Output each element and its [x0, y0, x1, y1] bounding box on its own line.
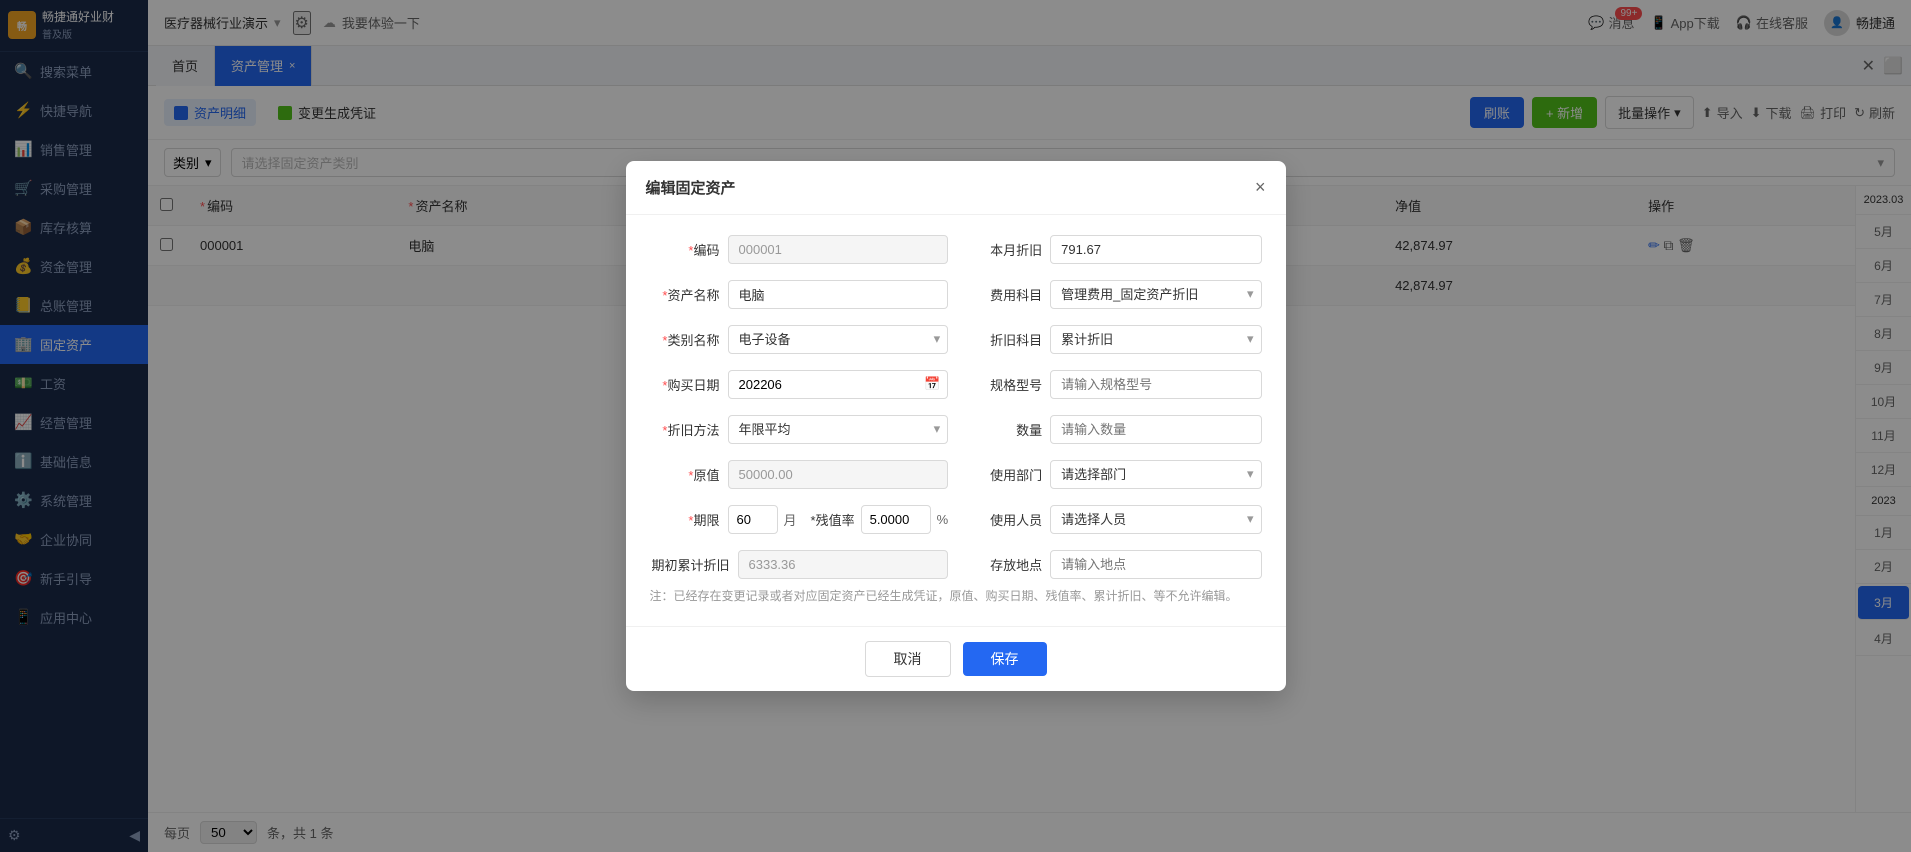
- form-item-purchase-date: *购买日期 📅: [650, 370, 949, 399]
- original-value-label: *原值: [650, 465, 720, 484]
- location-label: 存放地点: [972, 555, 1042, 574]
- monthly-depr-label: 本月折旧: [972, 240, 1042, 259]
- code-input[interactable]: [728, 235, 949, 264]
- depr-subject-select[interactable]: 累计折旧: [1050, 325, 1261, 354]
- depr-method-wrapper: 年限平均: [728, 415, 949, 444]
- form-item-period: *期限 月 *残值率 %: [650, 505, 949, 534]
- spec-model-input[interactable]: [1050, 370, 1261, 399]
- modal-body: *编码 本月折旧 *资产名称 费用科: [626, 215, 1286, 626]
- form-item-dept: 使用部门 请选择部门: [972, 460, 1261, 489]
- form-item-location: 存放地点: [972, 550, 1261, 579]
- dept-label: 使用部门: [972, 465, 1042, 484]
- calendar-icon[interactable]: 📅: [924, 376, 940, 392]
- form-item-category: *类别名称 电子设备: [650, 325, 949, 354]
- monthly-depr-input[interactable]: [1050, 235, 1261, 264]
- dept-wrapper: 请选择部门: [1050, 460, 1261, 489]
- modal-footer: 取消 保存: [626, 626, 1286, 691]
- modal-title: 编辑固定资产: [646, 177, 736, 198]
- modal-header: 编辑固定资产 ×: [626, 161, 1286, 215]
- person-select[interactable]: 请选择人员: [1050, 505, 1261, 534]
- depr-method-label: *折旧方法: [650, 420, 720, 439]
- form-item-depr-method: *折旧方法 年限平均: [650, 415, 949, 444]
- expense-subject-select[interactable]: 管理费用_固定资产折旧: [1050, 280, 1261, 309]
- form-item-opening-accum: 期初累计折旧: [650, 550, 949, 579]
- dept-select[interactable]: 请选择部门: [1050, 460, 1261, 489]
- depr-subject-wrapper: 累计折旧: [1050, 325, 1261, 354]
- person-label: 使用人员: [972, 510, 1042, 529]
- location-input[interactable]: [1050, 550, 1261, 579]
- form-item-person: 使用人员 请选择人员: [972, 505, 1261, 534]
- original-value-input[interactable]: [728, 460, 949, 489]
- code-label: *编码: [650, 240, 720, 259]
- form-grid: *编码 本月折旧 *资产名称 费用科: [650, 235, 1262, 579]
- residual-rate-label: *残值率: [811, 510, 855, 529]
- modal-close-button[interactable]: ×: [1255, 177, 1266, 198]
- form-item-quantity: 数量: [972, 415, 1261, 444]
- expense-subject-wrapper: 管理费用_固定资产折旧: [1050, 280, 1261, 309]
- form-item-monthly-depr: 本月折旧: [972, 235, 1261, 264]
- quantity-label: 数量: [972, 420, 1042, 439]
- form-item-original-value: *原值: [650, 460, 949, 489]
- form-item-expense-subject: 费用科目 管理费用_固定资产折旧: [972, 280, 1261, 309]
- asset-name-input[interactable]: [728, 280, 949, 309]
- form-item-spec-model: 规格型号: [972, 370, 1261, 399]
- residual-rate-unit: %: [937, 512, 949, 527]
- purchase-date-input[interactable]: [728, 370, 949, 399]
- save-button[interactable]: 保存: [963, 642, 1047, 676]
- period-unit: 月: [784, 510, 797, 529]
- residual-rate-input[interactable]: [861, 505, 931, 534]
- period-label: *期限: [650, 510, 720, 529]
- category-wrapper: 电子设备: [728, 325, 949, 354]
- category-label: *类别名称: [650, 330, 720, 349]
- quantity-input[interactable]: [1050, 415, 1261, 444]
- edit-asset-modal: 编辑固定资产 × *编码 本月折旧: [626, 161, 1286, 691]
- period-inline: 月 *残值率 %: [728, 505, 949, 534]
- period-input[interactable]: [728, 505, 778, 534]
- cancel-button[interactable]: 取消: [865, 641, 951, 677]
- person-wrapper: 请选择人员: [1050, 505, 1261, 534]
- form-item-asset-name: *资产名称: [650, 280, 949, 309]
- asset-name-label: *资产名称: [650, 285, 720, 304]
- spec-model-label: 规格型号: [972, 375, 1042, 394]
- opening-accum-input[interactable]: [738, 550, 949, 579]
- depr-subject-label: 折旧科目: [972, 330, 1042, 349]
- depr-method-select[interactable]: 年限平均: [728, 415, 949, 444]
- opening-accum-label: 期初累计折旧: [650, 555, 730, 574]
- form-item-depr-subject: 折旧科目 累计折旧: [972, 325, 1261, 354]
- purchase-date-label: *购买日期: [650, 375, 720, 394]
- modal-note: 注：已经存在变更记录或者对应固定资产已经生成凭证，原值、购买日期、残值率、累计折…: [650, 587, 1262, 606]
- purchase-date-wrapper: 📅: [728, 370, 949, 399]
- form-item-code: *编码: [650, 235, 949, 264]
- modal-overlay: 编辑固定资产 × *编码 本月折旧: [0, 0, 1911, 852]
- category-select[interactable]: 电子设备: [728, 325, 949, 354]
- expense-subject-label: 费用科目: [972, 285, 1042, 304]
